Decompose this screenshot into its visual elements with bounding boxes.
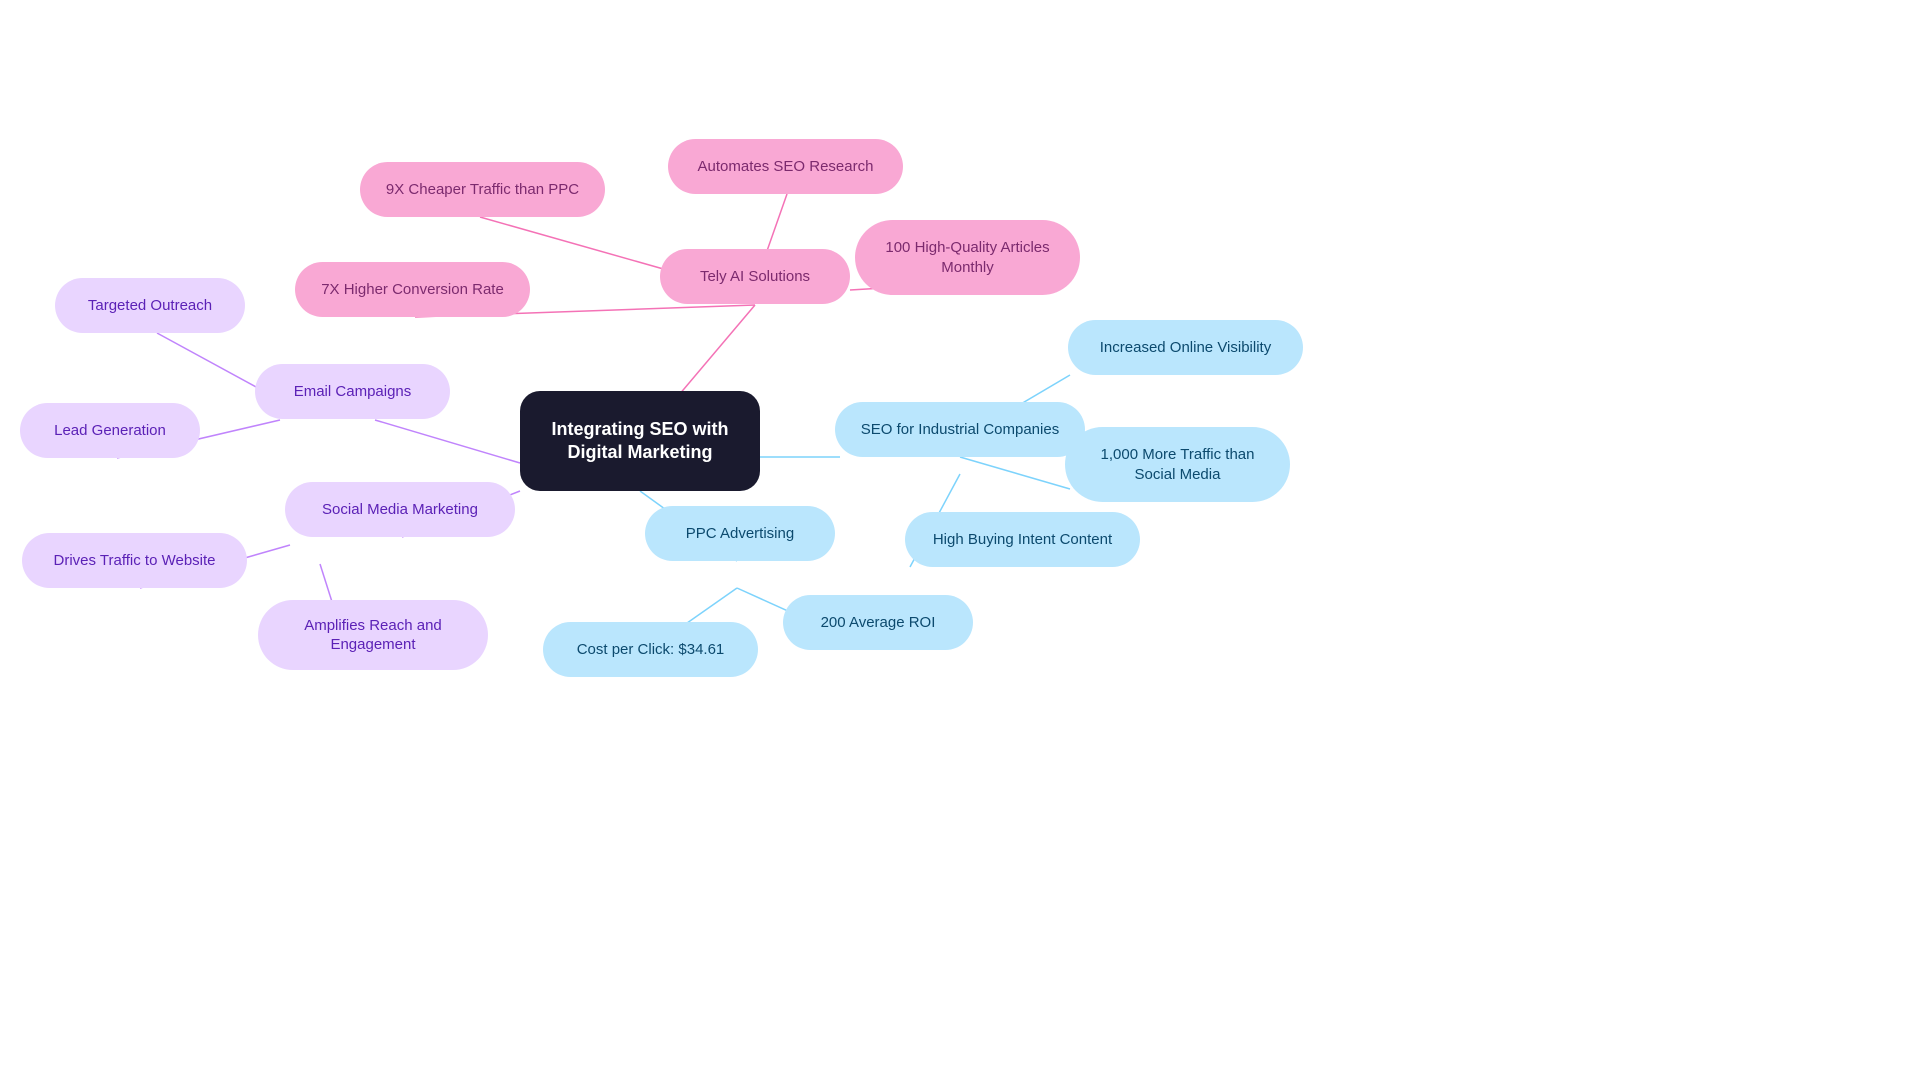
drives-traffic-label: Drives Traffic to Website: [54, 551, 216, 571]
amplifies-reach-node: Amplifies Reach and Engagement: [258, 600, 488, 670]
more-traffic-label: 1,000 More Traffic than Social Media: [1085, 445, 1270, 484]
tely-ai-node: Tely AI Solutions: [660, 249, 850, 304]
increased-visibility-label: Increased Online Visibility: [1100, 338, 1271, 358]
email-campaigns-label: Email Campaigns: [294, 382, 412, 402]
higher-conversion-label: 7X Higher Conversion Rate: [321, 280, 504, 300]
automates-seo-label: Automates SEO Research: [698, 157, 874, 177]
automates-seo-node: Automates SEO Research: [668, 139, 903, 194]
seo-industrial-node: SEO for Industrial Companies: [835, 402, 1085, 457]
high-buying-intent-node: High Buying Intent Content: [905, 512, 1140, 567]
social-media-label: Social Media Marketing: [322, 500, 478, 520]
tely-ai-label: Tely AI Solutions: [700, 267, 810, 287]
lead-generation-label: Lead Generation: [54, 421, 166, 441]
articles-monthly-node: 100 High-Quality Articles Monthly: [855, 220, 1080, 295]
center-label: Integrating SEO with Digital Marketing: [540, 418, 740, 465]
avg-roi-node: 200 Average ROI: [783, 595, 973, 650]
higher-conversion-node: 7X Higher Conversion Rate: [295, 262, 530, 317]
email-campaigns-node: Email Campaigns: [255, 364, 450, 419]
increased-visibility-node: Increased Online Visibility: [1068, 320, 1303, 375]
targeted-outreach-node: Targeted Outreach: [55, 278, 245, 333]
cheaper-traffic-node: 9X Cheaper Traffic than PPC: [360, 162, 605, 217]
avg-roi-label: 200 Average ROI: [821, 613, 936, 633]
ppc-advertising-label: PPC Advertising: [686, 524, 794, 544]
ppc-advertising-node: PPC Advertising: [645, 506, 835, 561]
center-node: Integrating SEO with Digital Marketing: [520, 391, 760, 491]
cheaper-traffic-label: 9X Cheaper Traffic than PPC: [386, 180, 579, 200]
social-media-node: Social Media Marketing: [285, 482, 515, 537]
cost-per-click-label: Cost per Click: $34.61: [577, 640, 725, 660]
articles-monthly-label: 100 High-Quality Articles Monthly: [875, 238, 1060, 277]
more-traffic-node: 1,000 More Traffic than Social Media: [1065, 427, 1290, 502]
drives-traffic-node: Drives Traffic to Website: [22, 533, 247, 588]
cost-per-click-node: Cost per Click: $34.61: [543, 622, 758, 677]
lead-generation-node: Lead Generation: [20, 403, 200, 458]
amplifies-reach-label: Amplifies Reach and Engagement: [278, 616, 468, 655]
seo-industrial-label: SEO for Industrial Companies: [861, 420, 1059, 440]
high-buying-intent-label: High Buying Intent Content: [933, 530, 1112, 550]
targeted-outreach-label: Targeted Outreach: [88, 296, 212, 316]
